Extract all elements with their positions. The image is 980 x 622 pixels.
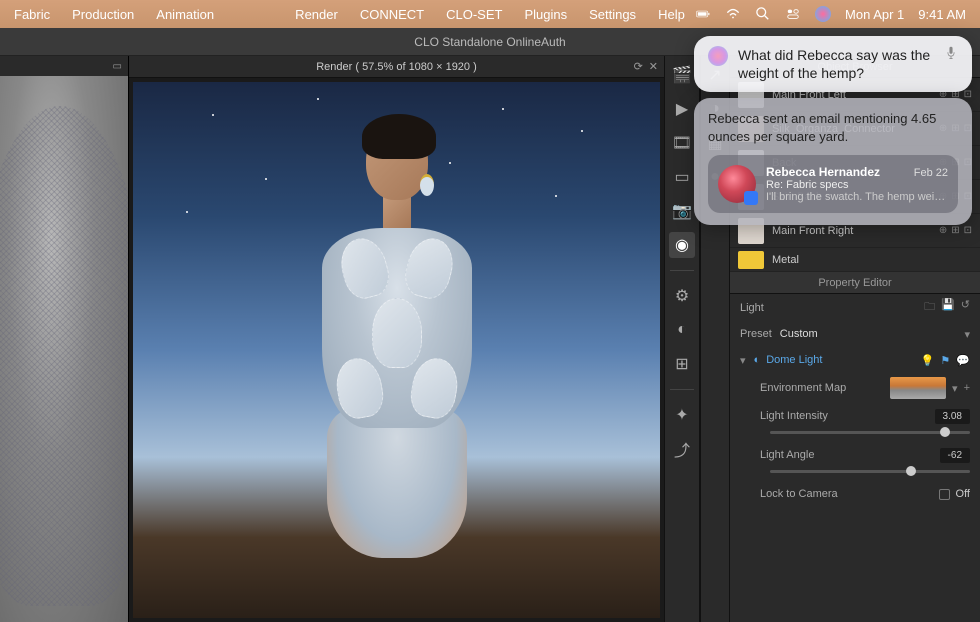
save-icon[interactable]: 💾 — [941, 298, 955, 317]
lock-checkbox[interactable] — [939, 489, 950, 500]
tool-render-settings[interactable]: ◐ — [669, 317, 695, 343]
dome-light-item[interactable]: ◐ Dome Light — [754, 354, 823, 366]
wifi-icon[interactable] — [725, 6, 741, 22]
siri-query-bubble[interactable]: What did Rebecca say was the weight of t… — [694, 36, 972, 92]
rendered-mannequin — [297, 122, 497, 618]
lock-value: Off — [956, 488, 970, 500]
tool-magic[interactable]: ✦ — [669, 402, 695, 428]
mail-app-badge-icon — [744, 191, 758, 205]
siri-answer-text: Rebecca sent an email mentioning 4.65 ou… — [708, 110, 958, 145]
tool-film[interactable]: 🎬 — [669, 62, 695, 88]
chat-icon[interactable]: 💬 — [956, 354, 970, 367]
macos-menubar: Fabric Production Animation Render CONNE… — [0, 0, 980, 28]
preset-dropdown[interactable]: Custom — [780, 328, 957, 340]
property-editor: Light 🗀 💾 ↺ Preset Custom ▾ ▾ ◐ Dome Lig… — [730, 294, 980, 622]
property-editor-header: Property Editor — [730, 272, 980, 294]
bulb-icon[interactable]: 💡 — [921, 354, 935, 367]
email-date: Feb 22 — [914, 167, 948, 179]
object-name: Main Front Right — [772, 225, 931, 237]
tool-quality[interactable]: ⊞ — [669, 351, 695, 377]
grid-icon[interactable]: ⊞ — [951, 225, 959, 236]
angle-value[interactable]: -62 — [940, 448, 970, 463]
reset-icon[interactable]: ↺ — [961, 298, 970, 317]
menu-help[interactable]: Help — [658, 7, 685, 22]
menu-render[interactable]: Render — [295, 7, 338, 22]
menu-production[interactable]: Production — [72, 7, 134, 22]
microphone-icon[interactable] — [944, 46, 958, 65]
render-header: Render ( 57.5% of 1080 × 1920 ) ⟳ ✕ — [129, 56, 664, 78]
control-center-icon[interactable] — [785, 6, 801, 22]
panel-menu-icon[interactable]: ▭ — [113, 61, 122, 72]
tool-upload[interactable]: ⤴ — [669, 436, 695, 462]
menu-plugins[interactable]: Plugins — [524, 7, 567, 22]
chevron-down-icon[interactable]: ▾ — [964, 328, 970, 341]
siri-query-text: What did Rebecca say was the weight of t… — [738, 46, 934, 82]
refresh-icon[interactable]: ⟳ — [634, 60, 643, 73]
add-icon[interactable]: ⊕ — [939, 225, 947, 236]
email-sender: Rebecca Hernandez — [766, 165, 880, 179]
env-map-preview[interactable] — [890, 377, 946, 399]
dome-icon: ◐ — [754, 354, 761, 366]
menu-fabric[interactable]: Fabric — [14, 7, 50, 22]
add-icon[interactable]: + — [964, 382, 970, 394]
intensity-label: Light Intensity — [760, 410, 828, 422]
tool-clapper[interactable]: 🎞 — [669, 130, 695, 156]
search-icon[interactable] — [755, 6, 771, 22]
render-viewport[interactable] — [133, 82, 660, 618]
collapse-icon[interactable]: ▾ — [740, 354, 746, 367]
siri-overlay: What did Rebecca say was the weight of t… — [694, 36, 972, 225]
intensity-slider[interactable] — [770, 431, 970, 434]
angle-label: Light Angle — [760, 449, 814, 461]
wireframe-mannequin — [0, 106, 128, 606]
angle-slider[interactable] — [770, 470, 970, 473]
close-icon[interactable]: ✕ — [649, 60, 658, 73]
chevron-down-icon[interactable]: ▾ — [952, 382, 958, 395]
menubar-time[interactable]: 9:41 AM — [918, 7, 966, 22]
tool-camera-active[interactable]: ◉ — [669, 232, 695, 258]
siri-orb-icon — [708, 46, 728, 66]
object-swatch — [738, 251, 764, 269]
object-name: Metal — [772, 254, 972, 266]
intensity-value[interactable]: 3.08 — [935, 409, 970, 424]
render-title: Render ( 57.5% of 1080 × 1920 ) — [316, 61, 477, 73]
lock-label: Lock to Camera — [760, 488, 838, 500]
folder-icon[interactable]: 🗀 — [924, 298, 935, 317]
menu-closet[interactable]: CLO-SET — [446, 7, 502, 22]
window-title: CLO Standalone OnlineAuth — [414, 35, 565, 49]
battery-icon[interactable] — [695, 6, 711, 22]
menu-connect[interactable]: CONNECT — [360, 7, 424, 22]
flag-icon[interactable]: ⚑ — [940, 354, 950, 367]
object-row[interactable]: Metal — [730, 248, 980, 272]
env-map-label: Environment Map — [760, 382, 846, 394]
siri-answer-bubble[interactable]: Rebecca sent an email mentioning 4.65 ou… — [694, 98, 972, 225]
email-preview: I'll bring the swatch. The hemp weighs..… — [766, 191, 948, 203]
tool-play[interactable]: ▶ — [669, 96, 695, 122]
menubar-date[interactable]: Mon Apr 1 — [845, 7, 904, 22]
menu-settings[interactable]: Settings — [589, 7, 636, 22]
simulation-viewport[interactable]: ▭ — [0, 56, 129, 622]
avatar — [718, 165, 756, 203]
tool-settings-gear[interactable]: ⚙ — [669, 283, 695, 309]
tool-image[interactable]: ▭ — [669, 164, 695, 190]
preset-label: Preset — [740, 328, 772, 340]
siri-email-card[interactable]: Rebecca Hernandez Feb 22 Re: Fabric spec… — [708, 155, 958, 213]
light-label: Light — [740, 302, 764, 314]
email-subject: Re: Fabric specs — [766, 179, 948, 191]
menu-animation[interactable]: Animation — [156, 7, 214, 22]
siri-icon[interactable] — [815, 6, 831, 22]
expand-icon[interactable]: ⊡ — [964, 225, 972, 236]
tool-snapshot[interactable]: 📷 — [669, 198, 695, 224]
